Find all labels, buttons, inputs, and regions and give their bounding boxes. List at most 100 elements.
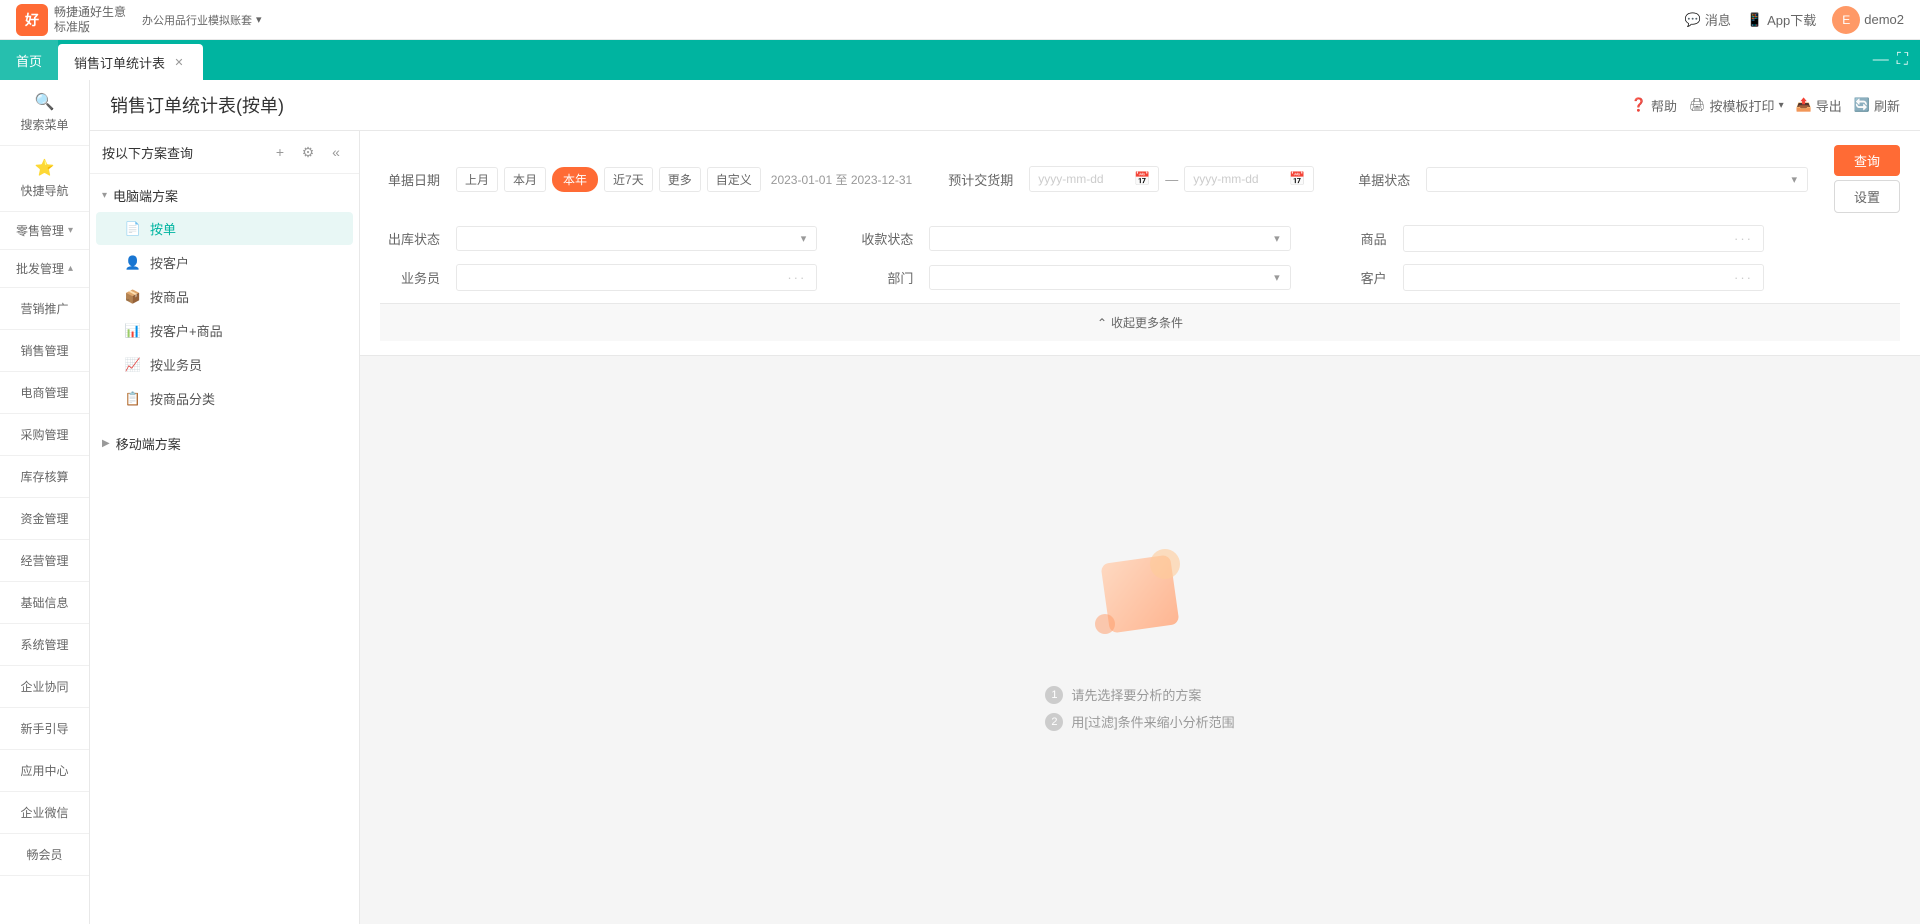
sidebar-item-operations[interactable]: 经营管理 (0, 540, 89, 582)
top-bar-right: 💬 消息 📱 App下载 E demo2 (1685, 6, 1904, 34)
receipt-status-label: 收款状态 (853, 229, 913, 248)
sidebar-item-inventory[interactable]: 库存核算 (0, 456, 89, 498)
by-product-icon: 📦 (124, 288, 142, 306)
filter-row-3: 业务员 ··· 部门 ▾ 客户 ··· (380, 264, 1900, 291)
expected-delivery-start-input[interactable]: yyyy-mm-dd 📅 (1029, 166, 1159, 192)
scheme-by-category[interactable]: 📋 按商品分类 (96, 382, 353, 415)
empty-step-2: 2 用[过滤]条件来缩小分析范围 (1045, 712, 1234, 731)
inner-layout: 按以下方案查询 + ⚙ « ▾ 电脑端方案 📄 按单 (90, 131, 1920, 924)
scheme-by-customer-product[interactable]: 📊 按客户+商品 (96, 314, 353, 347)
scheme-by-product[interactable]: 📦 按商品 (96, 280, 353, 313)
date-btn-custom[interactable]: 自定义 (707, 167, 761, 192)
print-icon: 🖨 (1689, 97, 1706, 113)
scheme-by-order[interactable]: 📄 按单 (96, 212, 353, 245)
page-header: 销售订单统计表(按单) ❓ 帮助 🖨 按模板打印 ▾ 📤 导出 🔄 刷新 (90, 80, 1920, 131)
sidebar-item-system[interactable]: 系统管理 (0, 624, 89, 666)
maximize-window-btn[interactable]: ⛶ (1897, 51, 1908, 69)
by-order-icon: 📄 (124, 220, 142, 238)
customer-input[interactable]: ··· (1403, 264, 1764, 291)
sidebar-item-ecommerce[interactable]: 电商管理 (0, 372, 89, 414)
template-print-btn[interactable]: 🖨 按模板打印 ▾ (1689, 96, 1784, 115)
scheme-settings-btn[interactable]: ⚙ (297, 141, 319, 163)
calendar-end-icon: 📅 (1289, 171, 1305, 187)
nav-tabs: 首页 销售订单统计表 ✕ — ⛶ (0, 40, 1920, 80)
date-btn-last-month[interactable]: 上月 (456, 167, 498, 192)
date-btn-this-month[interactable]: 本月 (504, 167, 546, 192)
sidebar-item-purchase[interactable]: 采购管理 (0, 414, 89, 456)
sidebar: 🔍 搜索菜单 ⭐ 快捷导航 零售管理 ▾ 批发管理 ▴ 营销推广 销售管理 电商… (0, 80, 90, 924)
sidebar-item-wechat[interactable]: 企业微信 (0, 792, 89, 834)
top-bar-left: 好 畅捷通好生意 标准版 办公用品行业模拟账套 ▾ (16, 4, 270, 36)
sidebar-item-search-menu[interactable]: 🔍 搜索菜单 (0, 80, 89, 146)
query-btn[interactable]: 查询 (1834, 145, 1900, 176)
sidebar-item-wholesale[interactable]: 批发管理 ▴ (0, 250, 89, 288)
salesperson-input[interactable]: ··· (456, 264, 817, 291)
logo-text: 畅捷通好生意 标准版 (54, 5, 126, 34)
left-panel: 按以下方案查询 + ⚙ « ▾ 电脑端方案 📄 按单 (90, 131, 360, 924)
filter-area: 单据日期 上月 本月 本年 近7天 更多 自定义 2023-01-01 至 20… (360, 131, 1920, 356)
sidebar-item-enterprise[interactable]: 企业协同 (0, 666, 89, 708)
tab-close-btn[interactable]: ✕ (171, 54, 187, 70)
sidebar-item-finance[interactable]: 资金管理 (0, 498, 89, 540)
quick-nav-icon: ⭐ (35, 158, 55, 178)
pc-schemes-section: ▾ 电脑端方案 📄 按单 👤 按客户 📦 按商品 (90, 174, 359, 422)
avatar: E (1832, 6, 1860, 34)
sidebar-item-newbie[interactable]: 新手引导 (0, 708, 89, 750)
empty-steps: 1 请先选择要分析的方案 2 用[过滤]条件来缩小分析范围 (1045, 685, 1234, 731)
product-input[interactable]: ··· (1403, 225, 1764, 252)
mobile-schemes-header[interactable]: ▶ 移动端方案 (90, 428, 359, 459)
by-customer-product-icon: 📊 (124, 322, 142, 340)
export-btn[interactable]: 📤 导出 (1796, 96, 1842, 115)
setting-btn[interactable]: 设置 (1834, 180, 1900, 213)
refresh-icon: 🔄 (1854, 97, 1870, 113)
scheme-by-salesperson[interactable]: 📈 按业务员 (96, 348, 353, 381)
filter-row-1: 单据日期 上月 本月 本年 近7天 更多 自定义 2023-01-01 至 20… (380, 145, 1900, 213)
expected-delivery-label: 预计交货期 (948, 170, 1013, 189)
export-icon: 📤 (1796, 97, 1812, 113)
message-action[interactable]: 💬 消息 (1685, 10, 1731, 29)
sidebar-item-quick-nav[interactable]: ⭐ 快捷导航 (0, 146, 89, 212)
step-1-number: 1 (1045, 686, 1063, 704)
sidebar-item-member[interactable]: 畅会员 (0, 834, 89, 876)
pc-schemes-header[interactable]: ▾ 电脑端方案 (90, 180, 359, 211)
sidebar-item-marketing[interactable]: 营销推广 (0, 288, 89, 330)
query-btn-group: 查询 设置 (1834, 145, 1900, 213)
date-filter-group: 上月 本月 本年 近7天 更多 自定义 2023-01-01 至 2023-12… (456, 167, 912, 192)
collapse-panel-btn[interactable]: « (325, 141, 347, 163)
date-btn-this-year[interactable]: 本年 (552, 167, 598, 192)
scheme-by-customer[interactable]: 👤 按客户 (96, 246, 353, 279)
print-arrow-icon: ▾ (1779, 100, 1784, 111)
logo-area: 好 畅捷通好生意 标准版 (16, 4, 126, 36)
help-icon: ❓ (1631, 97, 1647, 113)
tab-home[interactable]: 首页 (0, 40, 58, 80)
date-btn-7days[interactable]: 近7天 (604, 167, 653, 192)
date-btn-more[interactable]: 更多 (659, 167, 701, 192)
page-title: 销售订单统计表(按单) (110, 92, 284, 130)
receipt-status-select[interactable]: ▾ (929, 226, 1290, 251)
calendar-start-icon: 📅 (1134, 171, 1150, 187)
expected-delivery-input-group: yyyy-mm-dd 📅 — yyyy-mm-dd 📅 (1029, 166, 1314, 192)
mobile-schemes-section: ▶ 移动端方案 (90, 422, 359, 465)
sidebar-item-retail[interactable]: 零售管理 ▾ (0, 212, 89, 250)
shipment-status-select[interactable]: ▾ (456, 226, 817, 251)
sidebar-item-sales[interactable]: 销售管理 (0, 330, 89, 372)
help-btn[interactable]: ❓ 帮助 (1631, 96, 1677, 115)
refresh-btn[interactable]: 🔄 刷新 (1854, 96, 1900, 115)
customer-dots-icon: ··· (1734, 270, 1753, 285)
by-salesperson-icon: 📈 (124, 356, 142, 374)
expected-delivery-end-input[interactable]: yyyy-mm-dd 📅 (1184, 166, 1314, 192)
shipment-status-label: 出库状态 (380, 229, 440, 248)
tab-sales-order-stat[interactable]: 销售订单统计表 ✕ (58, 44, 203, 80)
add-scheme-btn[interactable]: + (269, 141, 291, 163)
workspace-selector[interactable]: 办公用品行业模拟账套 ▾ (134, 8, 270, 32)
empty-step-1: 1 请先选择要分析的方案 (1045, 685, 1234, 704)
app-download-action[interactable]: 📱 App下载 (1747, 10, 1816, 29)
product-label: 商品 (1327, 229, 1387, 248)
order-status-select[interactable]: ▾ (1426, 167, 1808, 192)
department-select[interactable]: ▾ (929, 265, 1290, 290)
user-menu[interactable]: E demo2 (1832, 6, 1904, 34)
sidebar-item-app-center[interactable]: 应用中心 (0, 750, 89, 792)
minimize-window-btn[interactable]: — (1873, 51, 1889, 69)
collapse-more-conditions-btn[interactable]: ⌃ 收起更多条件 (380, 303, 1900, 341)
sidebar-item-basic[interactable]: 基础信息 (0, 582, 89, 624)
